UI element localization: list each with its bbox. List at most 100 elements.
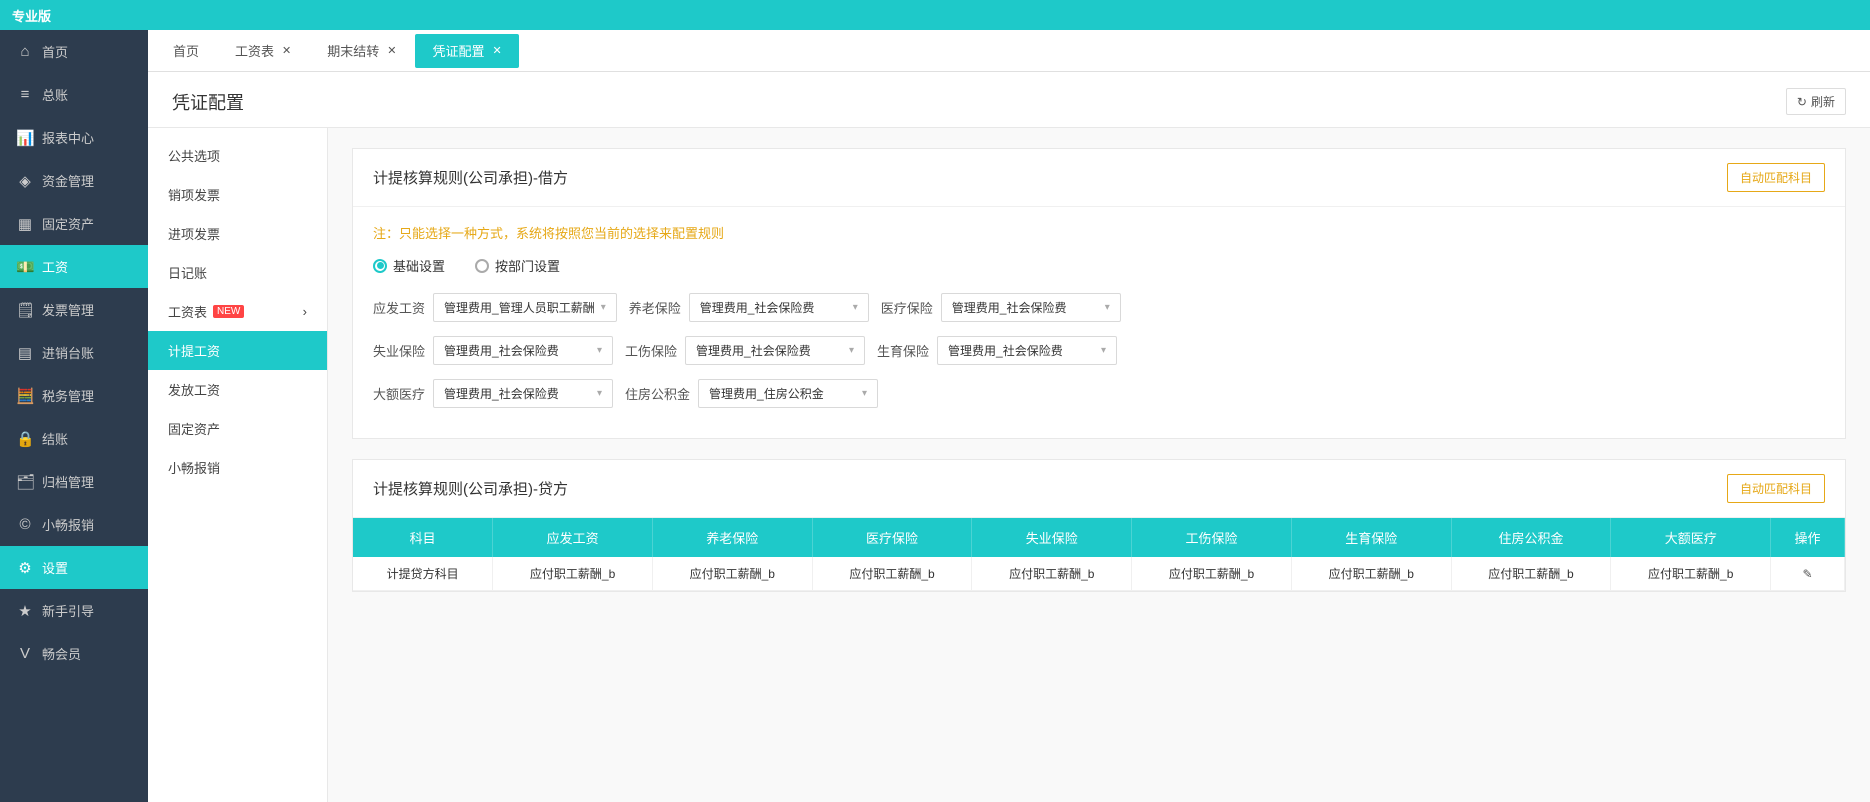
fixed-icon: ▦ (16, 215, 34, 233)
sidebar-item-guide[interactable]: ★ 新手引导 (0, 589, 148, 632)
row-applied-salary: 应付职工薪酬_b (493, 557, 653, 591)
maternity-label: 生育保险 (877, 341, 929, 360)
debit-notice: 注：只能选择一种方式，系统将按照您当前的选择来配置规则 (373, 223, 1825, 242)
col-injury: 工伤保险 (1132, 518, 1292, 557)
pension-value: 管理费用_社会保险费 (700, 299, 815, 316)
sidebar-item-settings[interactable]: ⚙ 设置 (0, 546, 148, 589)
archive-icon: 🗂 (16, 473, 34, 491)
credit-auto-match-button[interactable]: 自动匹配科目 (1727, 474, 1825, 503)
sidebar-item-capital[interactable]: ◈ 资金管理 (0, 159, 148, 202)
sidebar-item-label: 归档管理 (42, 472, 94, 491)
tab-voucher[interactable]: 凭证配置 ✕ (415, 34, 518, 68)
home-icon: ⌂ (16, 43, 34, 60)
sidebar-item-label: 设置 (42, 558, 68, 577)
radio-basic[interactable]: 基础设置 (373, 256, 445, 275)
sidebar-item-fixed[interactable]: ▦ 固定资产 (0, 202, 148, 245)
radio-basic-label: 基础设置 (393, 256, 445, 275)
tab-salary-close[interactable]: ✕ (282, 44, 291, 57)
unemployment-select[interactable]: 管理费用_社会保险费 ▾ (433, 336, 613, 365)
left-nav-public[interactable]: 公共选项 (148, 136, 327, 175)
left-nav-issue-salary-label: 发放工资 (168, 380, 220, 399)
page-header-actions: ↻ 刷新 (1786, 88, 1846, 115)
chevron-down-icon: ▾ (862, 388, 867, 399)
row-action[interactable]: ✎ (1771, 557, 1845, 591)
tab-voucher-label: 凭证配置 (432, 41, 484, 60)
brand-label: 专业版 (12, 6, 51, 25)
sidebar-item-home[interactable]: ⌂ 首页 (0, 30, 148, 73)
unemployment-value: 管理费用_社会保险费 (444, 342, 559, 359)
radio-department[interactable]: 按部门设置 (475, 256, 560, 275)
maternity-value: 管理费用_社会保险费 (948, 342, 1063, 359)
sidebar-item-inventory[interactable]: ▤ 进销台账 (0, 331, 148, 374)
debit-section: 计提核算规则(公司承担)-借方 自动匹配科目 注：只能选择一种方式，系统将按照您… (352, 148, 1846, 439)
credit-section-body: 科目 应发工资 养老保险 医疗保险 失业保险 工伤保险 生育保险 住房公积金 大… (353, 518, 1845, 591)
left-nav-jiti-salary[interactable]: 计提工资 (148, 331, 327, 370)
sidebar-item-salary[interactable]: 💵 工资 (0, 245, 148, 288)
credit-table: 科目 应发工资 养老保险 医疗保险 失业保险 工伤保险 生育保险 住房公积金 大… (353, 518, 1845, 591)
sidebar-item-invoice[interactable]: 🗒 发票管理 (0, 288, 148, 331)
refresh-label: 刷新 (1811, 93, 1835, 110)
col-action: 操作 (1771, 518, 1845, 557)
table-header-row: 科目 应发工资 养老保险 医疗保险 失业保险 工伤保险 生育保险 住房公积金 大… (353, 518, 1845, 557)
left-nav-salary-table[interactable]: 工资表 NEW › (148, 292, 327, 331)
sidebar-item-ledger[interactable]: ≡ 总账 (0, 73, 148, 116)
medical-value: 管理费用_社会保险费 (952, 299, 1067, 316)
col-applied-salary: 应发工资 (493, 518, 653, 557)
settings-icon: ⚙ (16, 559, 34, 577)
tab-period[interactable]: 期末结转 ✕ (310, 34, 413, 68)
refresh-icon: ↻ (1797, 95, 1807, 109)
housing-fund-select[interactable]: 管理费用_住房公积金 ▾ (698, 379, 878, 408)
debit-auto-match-button[interactable]: 自动匹配科目 (1727, 163, 1825, 192)
invoice-icon: 🗒 (16, 301, 34, 319)
chevron-down-icon: ▾ (597, 388, 602, 399)
edit-icon[interactable]: ✎ (1803, 567, 1813, 581)
sidebar-item-closing[interactable]: 🔒 结账 (0, 417, 148, 460)
sidebar-item-archive[interactable]: 🗂 归档管理 (0, 460, 148, 503)
credit-section-title: 计提核算规则(公司承担)-贷方 (373, 478, 568, 499)
left-nav-sales-invoice[interactable]: 销项发票 (148, 175, 327, 214)
pension-select[interactable]: 管理费用_社会保险费 ▾ (689, 293, 869, 322)
left-nav-xiaochang-expense[interactable]: 小畅报销 (148, 448, 327, 487)
right-panel: 计提核算规则(公司承担)-借方 自动匹配科目 注：只能选择一种方式，系统将按照您… (328, 128, 1870, 802)
applied-salary-select[interactable]: 管理费用_管理人员职工薪酬 ▾ (433, 293, 617, 322)
left-nav-public-label: 公共选项 (168, 146, 220, 165)
radio-department-label: 按部门设置 (495, 256, 560, 275)
sidebar-item-tax[interactable]: 🧮 税务管理 (0, 374, 148, 417)
left-nav-journal[interactable]: 日记账 (148, 253, 327, 292)
medical-label: 医疗保险 (881, 298, 933, 317)
left-nav-issue-salary[interactable]: 发放工资 (148, 370, 327, 409)
form-item-injury: 工伤保险 管理费用_社会保险费 ▾ (625, 336, 865, 365)
sidebar-item-xiaochang[interactable]: © 小畅报销 (0, 503, 148, 546)
refresh-button[interactable]: ↻ 刷新 (1786, 88, 1846, 115)
left-nav-fixed-assets[interactable]: 固定资产 (148, 409, 327, 448)
sidebar-item-reports[interactable]: 📊 报表中心 (0, 116, 148, 159)
maternity-select[interactable]: 管理费用_社会保险费 ▾ (937, 336, 1117, 365)
table-row: 计提贷方科目 应付职工薪酬_b 应付职工薪酬_b 应付职工薪酬_b 应付职工薪酬… (353, 557, 1845, 591)
col-large-medical: 大额医疗 (1611, 518, 1771, 557)
tab-period-close[interactable]: ✕ (387, 44, 396, 57)
expand-icon: › (303, 304, 307, 319)
form-row-3: 大额医疗 管理费用_社会保险费 ▾ 住房公积金 管理费用_住房公积金 (373, 379, 1825, 408)
tab-voucher-close[interactable]: ✕ (493, 44, 502, 57)
injury-label: 工伤保险 (625, 341, 677, 360)
large-medical-value: 管理费用_社会保险费 (444, 385, 559, 402)
large-medical-select[interactable]: 管理费用_社会保险费 ▾ (433, 379, 613, 408)
left-nav-fixed-assets-label: 固定资产 (168, 419, 220, 438)
closing-icon: 🔒 (16, 430, 34, 448)
chevron-down-icon: ▾ (597, 345, 602, 356)
unemployment-label: 失业保险 (373, 341, 425, 360)
chevron-down-icon: ▾ (853, 302, 858, 313)
tab-salary[interactable]: 工资表 ✕ (218, 34, 308, 68)
tab-salary-label: 工资表 (235, 41, 274, 60)
tab-home[interactable]: 首页 (156, 34, 216, 68)
sidebar-item-label: 畅会员 (42, 644, 81, 663)
ledger-icon: ≡ (16, 86, 34, 103)
chevron-down-icon: ▾ (601, 302, 606, 313)
capital-icon: ◈ (16, 172, 34, 190)
medical-select[interactable]: 管理费用_社会保险费 ▾ (941, 293, 1121, 322)
row-subject: 计提贷方科目 (353, 557, 493, 591)
left-nav-purchase-invoice[interactable]: 进项发票 (148, 214, 327, 253)
sidebar-item-vip[interactable]: V 畅会员 (0, 632, 148, 675)
injury-select[interactable]: 管理费用_社会保险费 ▾ (685, 336, 865, 365)
credit-section-header: 计提核算规则(公司承担)-贷方 自动匹配科目 (353, 460, 1845, 518)
